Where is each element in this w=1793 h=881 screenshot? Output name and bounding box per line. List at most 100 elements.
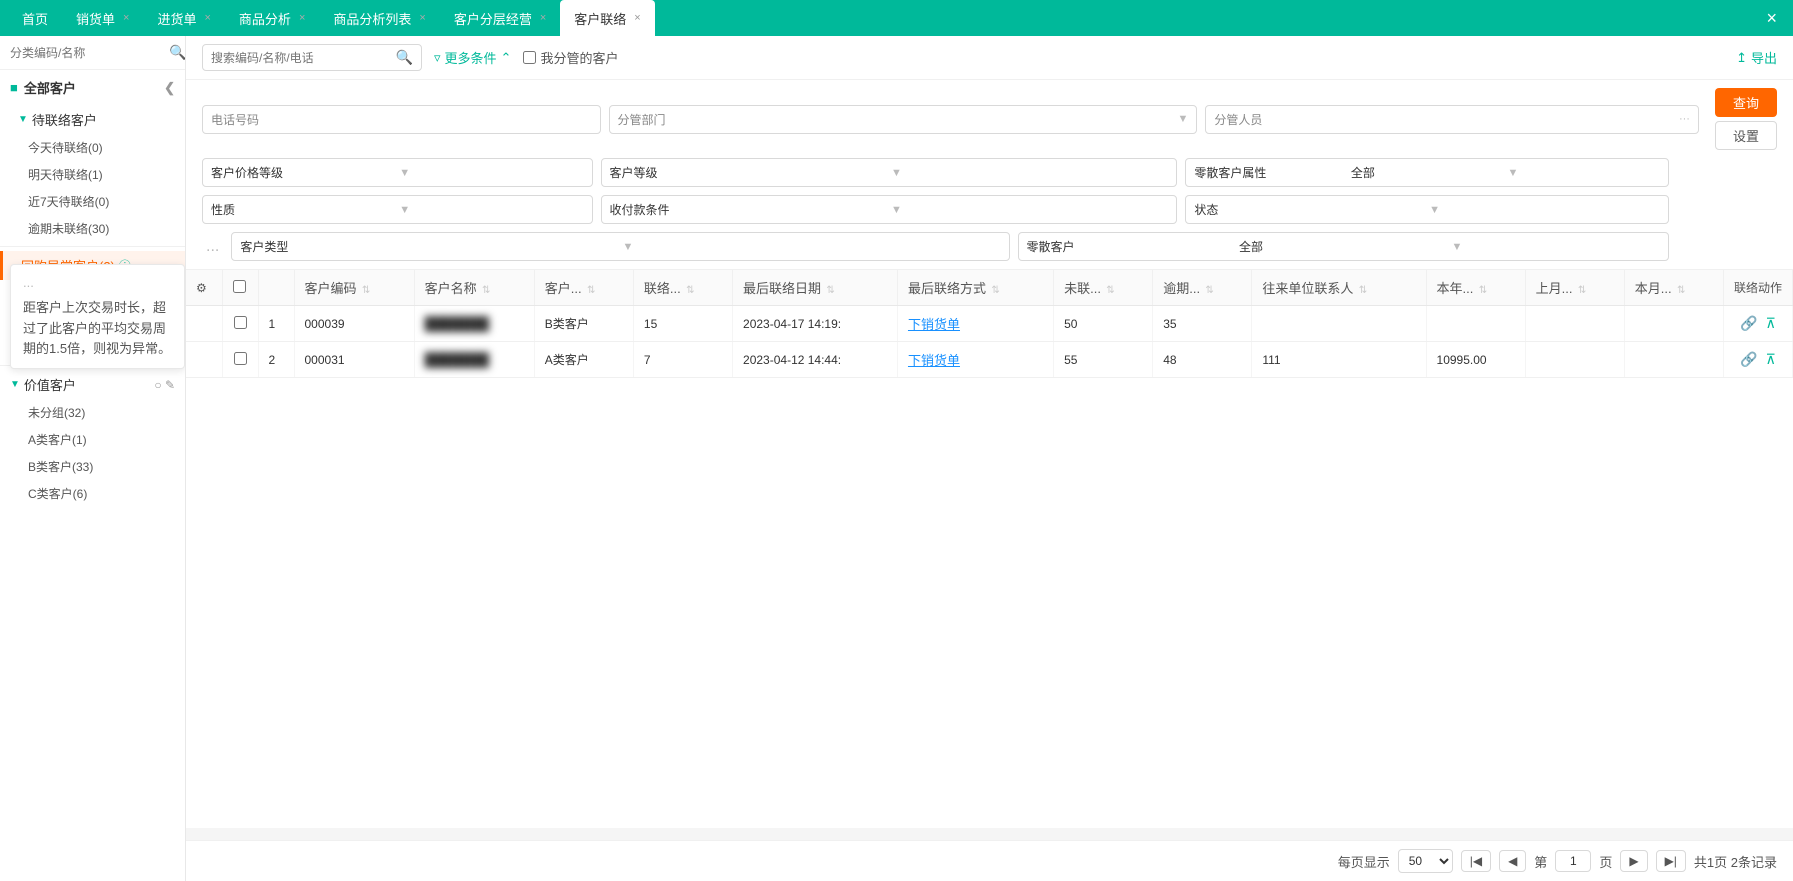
dept-dropdown-icon[interactable]: ▼ — [1177, 113, 1188, 125]
manager-more-icon[interactable]: ··· — [1679, 113, 1690, 125]
unit-contact-sort-icon[interactable]: ⇅ — [1359, 285, 1367, 296]
sidebar-item-ungrouped[interactable]: 未分组(32) — [0, 399, 185, 426]
last-date-sort-icon[interactable]: ⇅ — [826, 285, 834, 296]
code-sort-icon[interactable]: ⇅ — [362, 285, 370, 296]
filter-icon: ▿ — [434, 50, 441, 66]
payment-select[interactable]: 收付款条件 ▼ — [601, 195, 1178, 224]
sidebar-item-tomorrow[interactable]: 明天待联络(1) — [0, 161, 185, 188]
my-customer-checkbox[interactable] — [523, 51, 536, 64]
first-page-button[interactable]: |◀ — [1461, 850, 1491, 872]
adv-filter-dots-button[interactable]: ... — [202, 238, 223, 256]
row1-name: ███████ — [414, 306, 534, 342]
contact-sort-icon[interactable]: ⇅ — [686, 285, 694, 296]
phone-input[interactable] — [263, 112, 592, 126]
horizontal-scrollbar[interactable] — [186, 828, 1793, 840]
settings-button[interactable]: 设置 — [1715, 121, 1777, 150]
sidebar-item-overdue[interactable]: 逾期未联络(30) — [0, 215, 185, 242]
last-month-sort-icon[interactable]: ⇅ — [1578, 285, 1586, 296]
export-icon: ↥ — [1736, 50, 1747, 66]
sidebar-item-a-class[interactable]: A类客户(1) — [0, 426, 185, 453]
row2-uncontacted: 55 — [1054, 342, 1153, 378]
retail-attr-select[interactable]: 零散客户属性 全部 ▼ — [1185, 158, 1669, 187]
nav-tab-home[interactable]: 首页 — [8, 9, 62, 28]
category-sort-icon[interactable]: ⇅ — [587, 285, 595, 296]
row2-checkbox[interactable] — [222, 342, 258, 378]
customer-type-select[interactable]: 客户类型 ▼ — [231, 232, 1009, 261]
close-sales-tab-icon[interactable]: × — [123, 12, 129, 24]
value-customers-edit-icon[interactable]: ○ ✎ — [154, 378, 175, 392]
last-page-button[interactable]: ▶| — [1656, 850, 1686, 872]
row1-checkbox[interactable] — [222, 306, 258, 342]
sidebar-collapse-icon[interactable]: ❮ — [164, 80, 175, 96]
col-settings[interactable]: ⚙ — [186, 270, 222, 306]
next-page-button[interactable]: ▶ — [1620, 850, 1647, 872]
page-suffix: 页 — [1599, 852, 1612, 871]
page-number-input[interactable] — [1555, 850, 1591, 872]
sidebar-item-today[interactable]: 今天待联络(0) — [0, 134, 185, 161]
row2-select-checkbox[interactable] — [234, 352, 247, 365]
row2-code: 000031 — [294, 342, 414, 378]
close-customer-tier-tab-icon[interactable]: × — [540, 12, 546, 24]
retail-customer-select[interactable]: 零散客户 全部 ▼ — [1018, 232, 1669, 261]
sidebar-item-b-class[interactable]: B类客户(33) — [0, 453, 185, 480]
price-grade-select[interactable]: 客户价格等级 ▼ — [202, 158, 593, 187]
value-customers-group-title[interactable]: ▼ 价值客户 ○ ✎ — [0, 370, 185, 399]
row2-this-month — [1624, 342, 1723, 378]
uncontacted-sort-icon[interactable]: ⇅ — [1106, 285, 1114, 296]
sidebar-search-bar: 🔍 — [0, 36, 185, 70]
customer-grade-select[interactable]: 客户等级 ▼ — [601, 158, 1178, 187]
sidebar-item-7days[interactable]: 近7天待联络(0) — [0, 188, 185, 215]
status-select[interactable]: 状态 ▼ — [1185, 195, 1669, 224]
row1-select-checkbox[interactable] — [234, 316, 247, 329]
nav-tab-product-analysis[interactable]: 商品分析 × — [225, 0, 319, 36]
my-customer-checkbox-label[interactable]: 我分管的客户 — [523, 48, 618, 67]
more-conditions-button[interactable]: ▿ 更多条件 ⌃ — [434, 48, 511, 67]
manager-input[interactable] — [1266, 112, 1675, 126]
gender-select[interactable]: 性质 ▼ — [202, 195, 593, 224]
page-size-select[interactable]: 50 20 100 — [1398, 849, 1453, 873]
window-close-icon[interactable]: × — [1758, 8, 1785, 29]
nav-tab-product-list[interactable]: 商品分析列表 × — [319, 0, 439, 36]
row1-link-icon[interactable]: 🔗 — [1740, 315, 1757, 332]
pending-contact-group-title[interactable]: ▼ 待联络客户 — [0, 105, 185, 134]
sidebar-search-icon[interactable]: 🔍 — [169, 44, 186, 61]
this-year-sort-icon[interactable]: ⇅ — [1479, 285, 1487, 296]
sidebar-search-input[interactable] — [10, 46, 165, 60]
overdue-sort-icon[interactable]: ⇅ — [1205, 285, 1213, 296]
table-header-row: ⚙ 客户编码 ⇅ 客户名称 ⇅ — [186, 270, 1793, 306]
query-button[interactable]: 查询 — [1715, 88, 1777, 117]
search-button-icon[interactable]: 🔍 — [396, 49, 413, 66]
table-row: 2 000031 ███████ A类客户 7 2023-04-12 14:44… — [186, 342, 1793, 378]
manager-field[interactable]: 分管人员 ··· — [1205, 105, 1699, 134]
last-method-sort-icon[interactable]: ⇅ — [991, 285, 999, 296]
select-all-checkbox[interactable] — [233, 280, 246, 293]
sidebar-item-c-class[interactable]: C类客户(6) — [0, 480, 185, 507]
row1-category: B类客户 — [534, 306, 633, 342]
row2-grid-icon[interactable]: ⊼ — [1766, 351, 1776, 368]
dept-field[interactable]: 分管部门 ▼ — [609, 105, 1198, 134]
phone-field[interactable]: 电话号码 — [202, 105, 601, 134]
search-input[interactable] — [211, 51, 390, 65]
nav-tab-customer-contact[interactable]: 客户联络 × — [560, 0, 654, 36]
row2-link-icon[interactable]: 🔗 — [1740, 351, 1757, 368]
col-last-contact-method: 最后联络方式 ⇅ — [897, 270, 1053, 306]
row2-last-contact-method[interactable]: 下销货单 — [897, 342, 1053, 378]
close-product-analysis-tab-icon[interactable]: × — [299, 12, 305, 24]
name-sort-icon[interactable]: ⇅ — [482, 285, 490, 296]
close-purchase-tab-icon[interactable]: × — [204, 12, 210, 24]
dept-input[interactable] — [670, 112, 1174, 126]
close-product-list-tab-icon[interactable]: × — [419, 12, 425, 24]
row1-grid-icon[interactable]: ⊼ — [1766, 315, 1776, 332]
nav-tab-customer-tier[interactable]: 客户分层经营 × — [440, 0, 560, 36]
nav-tab-sales[interactable]: 销货单 × — [62, 0, 143, 36]
row1-actions: 🔗 ⊼ — [1723, 306, 1792, 342]
gender-dropdown-icon: ▼ — [399, 204, 583, 216]
close-customer-contact-tab-icon[interactable]: × — [634, 12, 640, 24]
this-month-sort-icon[interactable]: ⇅ — [1677, 285, 1685, 296]
row1-last-contact-date: 2023-04-17 14:19: — [733, 306, 898, 342]
filter-bar: 🔍 ▿ 更多条件 ⌃ 我分管的客户 ↥ 导出 — [186, 36, 1793, 80]
prev-page-button[interactable]: ◀ — [1499, 850, 1526, 872]
row1-last-contact-method[interactable]: 下销货单 — [897, 306, 1053, 342]
nav-tab-purchase[interactable]: 进货单 × — [143, 0, 224, 36]
export-button[interactable]: ↥ 导出 — [1736, 48, 1777, 67]
